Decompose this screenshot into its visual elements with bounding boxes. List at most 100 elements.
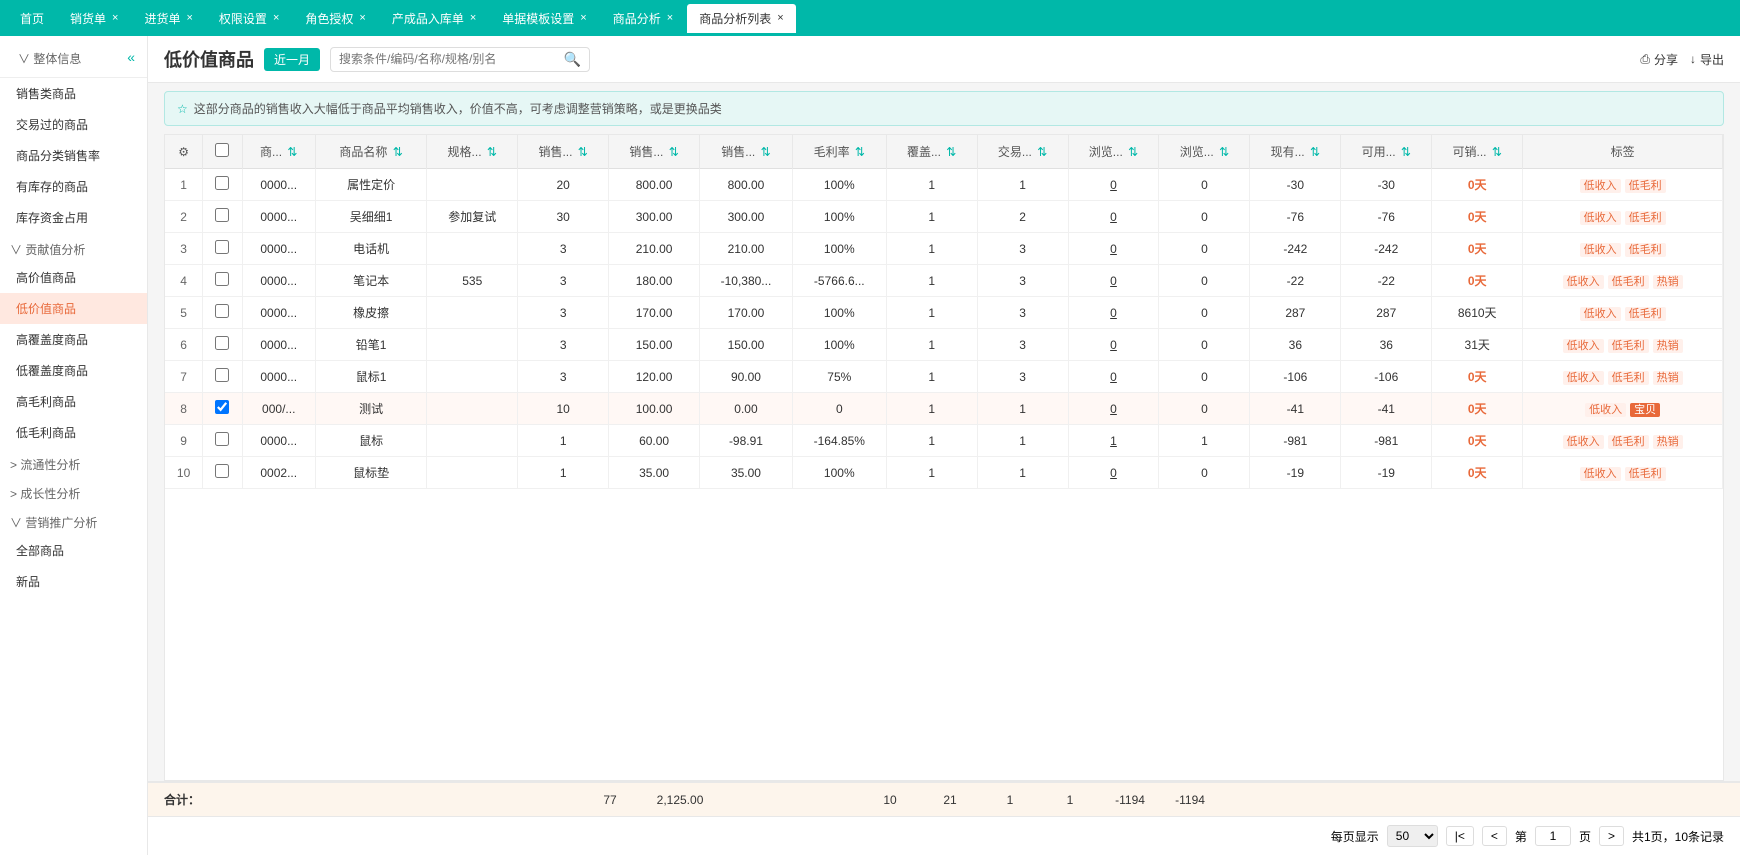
nav-product-analysis-list[interactable]: 商品分析列表 × — [687, 4, 795, 33]
col-sales-amount[interactable]: 销售... ⇅ — [700, 135, 793, 169]
row-checkbox-cell[interactable] — [203, 297, 242, 329]
col-checkbox[interactable] — [203, 135, 242, 169]
row-checkbox-cell[interactable] — [203, 361, 242, 393]
search-icon[interactable]: 🔍 — [564, 51, 581, 68]
prev-page-button[interactable]: < — [1482, 826, 1507, 846]
col-sales-qty[interactable]: 销售... ⇅ — [518, 135, 609, 169]
row-checkbox-cell[interactable] — [203, 201, 242, 233]
sidebar-item-high-coverage[interactable]: 高覆盖度商品 — [0, 324, 147, 355]
row-checkbox-cell[interactable] — [203, 393, 242, 425]
row-browse1[interactable]: 0 — [1068, 393, 1159, 425]
row-browse1[interactable]: 0 — [1068, 361, 1159, 393]
col-current-stock[interactable]: 现有... ⇅ — [1250, 135, 1341, 169]
row-browse1[interactable]: 0 — [1068, 201, 1159, 233]
table-row[interactable]: 10 0002... 鼠标垫 1 35.00 35.00 100% 1 1 0 … — [165, 457, 1723, 489]
close-icon[interactable]: × — [777, 12, 783, 24]
close-icon[interactable]: × — [667, 12, 673, 24]
row-checkbox[interactable] — [215, 400, 229, 414]
close-icon[interactable]: × — [470, 12, 476, 24]
row-browse1[interactable]: 0 — [1068, 297, 1159, 329]
nav-product-warehouse[interactable]: 产成品入库单 × — [380, 4, 488, 33]
sidebar-item-all-products[interactable]: 全部商品 — [0, 535, 147, 566]
row-checkbox[interactable] — [215, 240, 229, 254]
col-spec[interactable]: 规格... ⇅ — [427, 135, 518, 169]
col-settings[interactable]: ⚙ — [165, 135, 203, 169]
next-page-button[interactable]: > — [1599, 826, 1624, 846]
sidebar-item-category-sales[interactable]: 商品分类销售率 — [0, 140, 147, 171]
table-row[interactable]: 6 0000... 铅笔1 3 150.00 150.00 100% 1 3 0… — [165, 329, 1723, 361]
close-icon[interactable]: × — [580, 12, 586, 24]
close-icon[interactable]: × — [186, 12, 192, 24]
nav-roles[interactable]: 角色授权 × — [293, 4, 377, 33]
select-all-checkbox[interactable] — [215, 143, 229, 157]
sidebar-item-sales-products[interactable]: 销售类商品 — [0, 78, 147, 109]
share-button[interactable]: ⎙ 分享 — [1640, 51, 1678, 68]
table-row[interactable]: 1 0000... 属性定价 20 800.00 800.00 100% 1 1… — [165, 169, 1723, 201]
row-checkbox[interactable] — [215, 432, 229, 446]
sidebar-group-growth[interactable]: > 成长性分析 — [0, 477, 147, 506]
table-row[interactable]: 2 0000... 吴细细1 参加复试 30 300.00 300.00 100… — [165, 201, 1723, 233]
table-row[interactable]: 3 0000... 电话机 3 210.00 210.00 100% 1 3 0… — [165, 233, 1723, 265]
page-size-select[interactable]: 50 100 200 — [1387, 825, 1438, 847]
row-checkbox[interactable] — [215, 368, 229, 382]
close-icon[interactable]: × — [359, 12, 365, 24]
collapse-button[interactable]: « — [123, 45, 139, 69]
nav-sales[interactable]: 销货单 × — [58, 4, 130, 33]
row-browse1[interactable]: 0 — [1068, 169, 1159, 201]
col-sales-price[interactable]: 销售... ⇅ — [609, 135, 700, 169]
row-checkbox[interactable] — [215, 176, 229, 190]
nav-product-analysis[interactable]: 商品分析 × — [601, 4, 685, 33]
close-icon[interactable]: × — [112, 12, 118, 24]
table-row[interactable]: 5 0000... 橡皮擦 3 170.00 170.00 100% 1 3 0… — [165, 297, 1723, 329]
col-name[interactable]: 商品名称 ⇅ — [315, 135, 426, 169]
sidebar-group-circulation[interactable]: > 流通性分析 — [0, 448, 147, 477]
col-browse2[interactable]: 浏览... ⇅ — [1159, 135, 1250, 169]
period-tag-button[interactable]: 近一月 — [264, 48, 320, 71]
row-browse1[interactable]: 0 — [1068, 265, 1159, 297]
first-page-button[interactable]: |< — [1446, 826, 1474, 846]
row-browse1[interactable]: 0 — [1068, 329, 1159, 361]
row-checkbox-cell[interactable] — [203, 169, 242, 201]
sidebar-item-low-value[interactable]: 低价值商品 — [0, 293, 147, 324]
sidebar-item-stocked-products[interactable]: 有库存的商品 — [0, 171, 147, 202]
row-checkbox-cell[interactable] — [203, 233, 242, 265]
sidebar-item-traded-products[interactable]: 交易过的商品 — [0, 109, 147, 140]
col-transaction[interactable]: 交易... ⇅ — [977, 135, 1068, 169]
search-input[interactable] — [339, 52, 560, 66]
nav-purchase[interactable]: 进货单 × — [132, 4, 204, 33]
row-checkbox-cell[interactable] — [203, 329, 242, 361]
col-coverage[interactable]: 覆盖... ⇅ — [886, 135, 977, 169]
col-gross-margin[interactable]: 毛利率 ⇅ — [792, 135, 886, 169]
row-browse1[interactable]: 1 — [1068, 425, 1159, 457]
col-sellable[interactable]: 可销... ⇅ — [1432, 135, 1523, 169]
row-browse1[interactable]: 0 — [1068, 233, 1159, 265]
row-browse1[interactable]: 0 — [1068, 457, 1159, 489]
row-checkbox[interactable] — [215, 336, 229, 350]
row-checkbox-cell[interactable] — [203, 425, 242, 457]
sidebar-item-new-products[interactable]: 新品 — [0, 566, 147, 597]
page-input[interactable] — [1535, 826, 1571, 846]
nav-template[interactable]: 单据模板设置 × — [490, 4, 598, 33]
row-checkbox-cell[interactable] — [203, 457, 242, 489]
col-browse1[interactable]: 浏览... ⇅ — [1068, 135, 1159, 169]
sidebar-item-high-profit[interactable]: 高毛利商品 — [0, 386, 147, 417]
row-checkbox-cell[interactable] — [203, 265, 242, 297]
table-row[interactable]: 4 0000... 笔记本 535 3 180.00 -10,380... -5… — [165, 265, 1723, 297]
sidebar-item-low-profit[interactable]: 低毛利商品 — [0, 417, 147, 448]
table-row[interactable]: 7 0000... 鼠标1 3 120.00 90.00 75% 1 3 0 0… — [165, 361, 1723, 393]
row-checkbox[interactable] — [215, 464, 229, 478]
row-checkbox[interactable] — [215, 304, 229, 318]
nav-permissions[interactable]: 权限设置 × — [207, 4, 291, 33]
row-checkbox[interactable] — [215, 272, 229, 286]
col-code[interactable]: 商... ⇅ — [242, 135, 315, 169]
col-available-stock[interactable]: 可用... ⇅ — [1341, 135, 1432, 169]
sidebar-item-stock-capital[interactable]: 库存资金占用 — [0, 202, 147, 233]
table-row[interactable]: 9 0000... 鼠标 1 60.00 -98.91 -164.85% 1 1… — [165, 425, 1723, 457]
export-button[interactable]: ↓ 导出 — [1690, 51, 1724, 68]
row-checkbox[interactable] — [215, 208, 229, 222]
close-icon[interactable]: × — [273, 12, 279, 24]
nav-home[interactable]: 首页 — [8, 4, 56, 33]
sidebar-item-low-coverage[interactable]: 低覆盖度商品 — [0, 355, 147, 386]
sidebar-item-high-value[interactable]: 高价值商品 — [0, 262, 147, 293]
table-row[interactable]: 8 000/... 测试 10 100.00 0.00 0 1 1 0 0 -4… — [165, 393, 1723, 425]
